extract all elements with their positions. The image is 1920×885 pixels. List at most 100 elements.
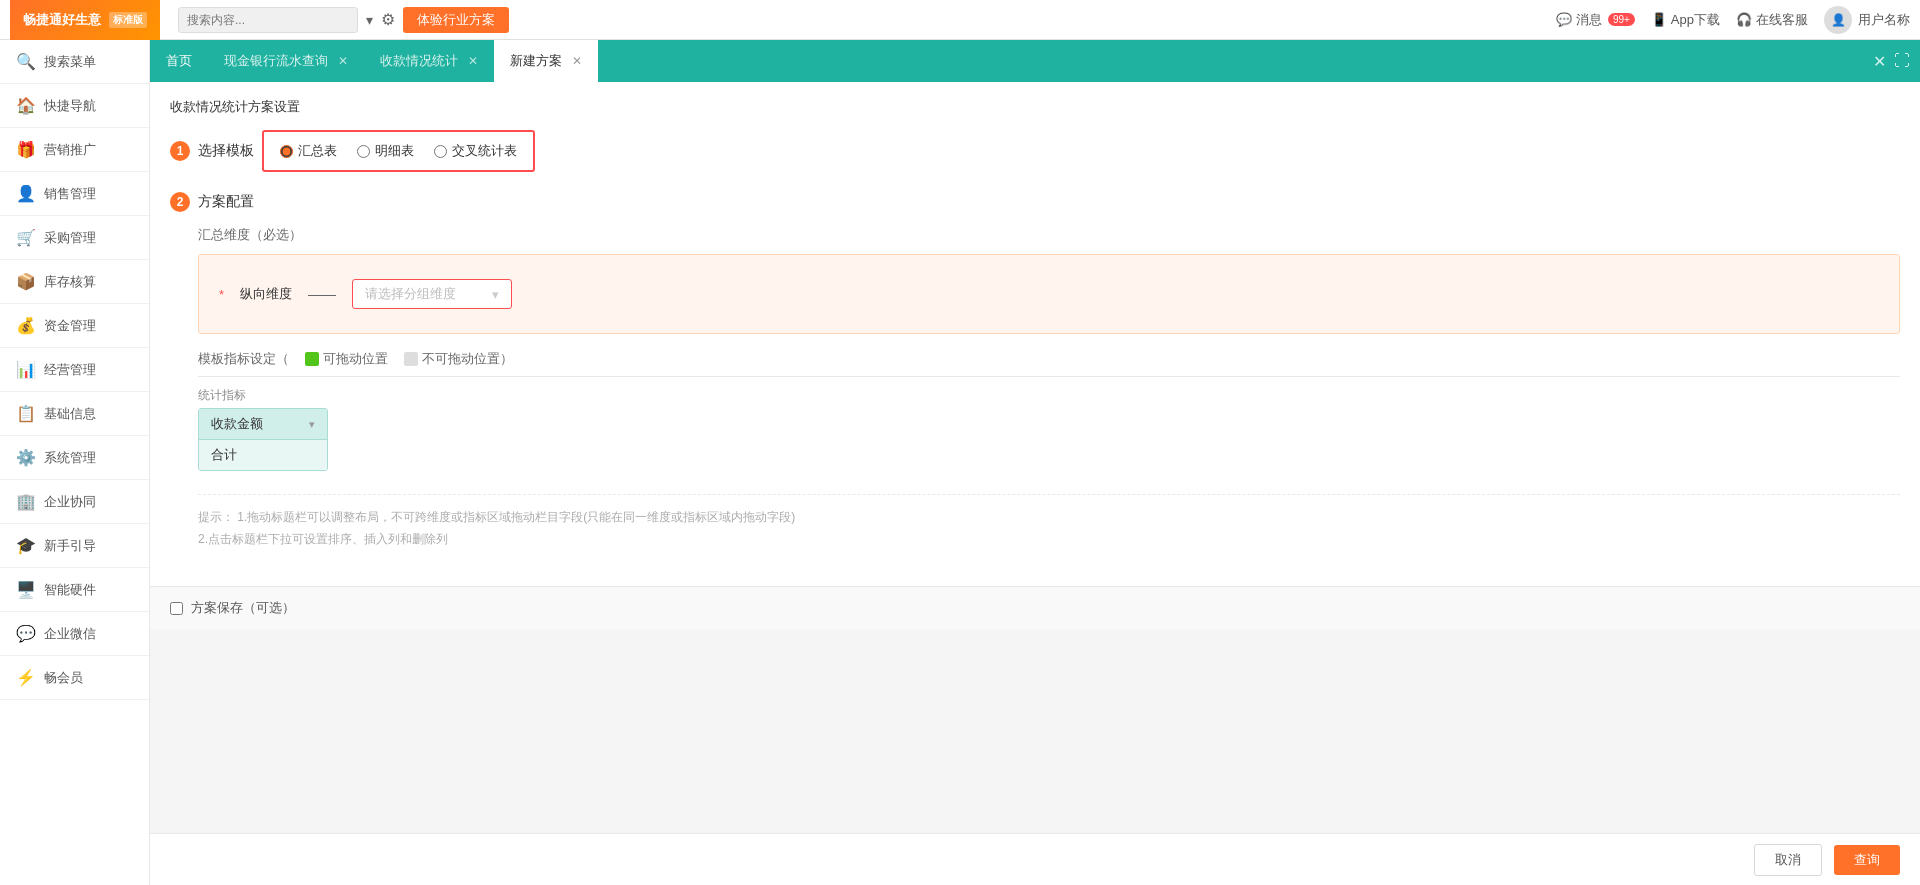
top-search-input[interactable]	[178, 7, 358, 33]
sidebar-item-basic-info[interactable]: 📋 基础信息	[0, 392, 149, 436]
radio-summary-input[interactable]	[280, 145, 293, 158]
download-item[interactable]: 📱 App下载	[1651, 11, 1720, 29]
dimension-row: * 纵向维度 —— 请选择分组维度 ▾	[219, 279, 1879, 309]
sidebar-item-inventory[interactable]: 📦 库存核算	[0, 260, 149, 304]
sidebar-item-label: 畅会员	[44, 669, 83, 687]
lightning-icon: ⚡	[16, 668, 36, 687]
step2-header: 2 方案配置	[170, 192, 1900, 212]
message-badge: 99+	[1608, 13, 1635, 26]
radio-detail-label: 明细表	[375, 142, 414, 160]
indicator-table: 收款金额 ▾ 合计	[198, 408, 328, 471]
message-label: 消息	[1576, 11, 1602, 29]
tab-bar-actions: ✕ ⛶	[1873, 52, 1920, 71]
search-dropdown-btn[interactable]: ▾	[366, 12, 373, 28]
tab-collection-label: 收款情况统计	[380, 52, 458, 70]
tips-area: 提示： 1.拖动标题栏可以调整布局，不可跨维度或指标区域拖动栏目字段(只能在同一…	[198, 494, 1900, 550]
main-area: 首页 现金银行流水查询 ✕ 收款情况统计 ✕ 新建方案 ✕ ✕ ⛶	[150, 40, 1920, 885]
sidebar-item-system[interactable]: ⚙️ 系统管理	[0, 436, 149, 480]
tip-line1: 提示： 1.拖动标题栏可以调整布局，不可跨维度或指标区域拖动栏目字段(只能在同一…	[198, 507, 1900, 529]
industry-plan-button[interactable]: 体验行业方案	[403, 7, 509, 33]
home-icon: 🏠	[16, 96, 36, 115]
sidebar-item-search[interactable]: 🔍 搜索菜单	[0, 40, 149, 84]
sidebar-item-label: 智能硬件	[44, 581, 96, 599]
query-button[interactable]: 查询	[1834, 845, 1900, 875]
tab-collection-stat[interactable]: 收款情况统计 ✕	[364, 40, 494, 82]
tab-bank-flow-close[interactable]: ✕	[338, 54, 348, 68]
cancel-button[interactable]: 取消	[1754, 844, 1822, 876]
building-icon: 🏢	[16, 492, 36, 511]
sidebar-item-label: 企业协同	[44, 493, 96, 511]
clipboard-icon: 📋	[16, 404, 36, 423]
radio-cross-label: 交叉统计表	[452, 142, 517, 160]
search-icon: 🔍	[16, 52, 36, 71]
gift-icon: 🎁	[16, 140, 36, 159]
sidebar-item-operation[interactable]: 📊 经营管理	[0, 348, 149, 392]
content-inner: 收款情况统计方案设置 1 选择模板 汇总表	[150, 82, 1920, 586]
service-icon: 🎧	[1736, 12, 1752, 27]
tab-new-plan-close[interactable]: ✕	[572, 54, 582, 68]
logo-sub: 标准版	[109, 12, 147, 28]
radio-cross-input[interactable]	[434, 145, 447, 158]
save-checkbox[interactable]	[170, 602, 183, 615]
radio-detail-input[interactable]	[357, 145, 370, 158]
non-draggable-indicator	[404, 352, 418, 366]
breadcrumb: 收款情况统计方案设置	[170, 98, 1900, 116]
sidebar-item-label: 系统管理	[44, 449, 96, 467]
sidebar-item-marketing[interactable]: 🎁 营销推广	[0, 128, 149, 172]
indicator-col-header[interactable]: 收款金额 ▾	[199, 409, 327, 440]
radio-detail[interactable]: 明细表	[357, 142, 414, 160]
sidebar-item-sales[interactable]: 👤 销售管理	[0, 172, 149, 216]
tab-bar: 首页 现金银行流水查询 ✕ 收款情况统计 ✕ 新建方案 ✕ ✕ ⛶	[150, 40, 1920, 82]
dropdown-chevron-icon: ▾	[492, 287, 499, 302]
download-icon: 📱	[1651, 12, 1667, 27]
dimension-dropdown[interactable]: 请选择分组维度 ▾	[352, 279, 512, 309]
sidebar-item-label: 快捷导航	[44, 97, 96, 115]
user-icon: 👤	[16, 184, 36, 203]
indicator-table-container: 统计指标 收款金额 ▾ 合计	[198, 387, 1900, 474]
tab-bank-flow[interactable]: 现金银行流水查询 ✕	[208, 40, 364, 82]
radio-cross[interactable]: 交叉统计表	[434, 142, 517, 160]
sidebar-item-label: 营销推广	[44, 141, 96, 159]
tab-new-plan-label: 新建方案	[510, 52, 562, 70]
content-area: 收款情况统计方案设置 1 选择模板 汇总表	[150, 82, 1920, 833]
step2-number: 2	[170, 192, 190, 212]
user-area[interactable]: 👤 用户名称	[1824, 6, 1910, 34]
indicator-row-label: 合计	[211, 447, 237, 462]
tab-expand-icon[interactable]: ⛶	[1894, 52, 1910, 70]
tab-collection-close[interactable]: ✕	[468, 54, 478, 68]
sidebar-item-purchase[interactable]: 🛒 采购管理	[0, 216, 149, 260]
sidebar-item-finance[interactable]: 💰 资金管理	[0, 304, 149, 348]
step2-label: 方案配置	[198, 193, 254, 211]
tab-close-all-icon[interactable]: ✕	[1873, 52, 1886, 71]
sidebar-item-label: 搜索菜单	[44, 53, 96, 71]
chat-icon: 💬	[16, 624, 36, 643]
tab-bank-flow-label: 现金银行流水查询	[224, 52, 328, 70]
sidebar-item-wechat[interactable]: 💬 企业微信	[0, 612, 149, 656]
dimension-placeholder: 请选择分组维度	[365, 285, 456, 303]
sidebar-item-quick-nav[interactable]: 🏠 快捷导航	[0, 84, 149, 128]
settings-gear-icon[interactable]: ⚙	[381, 10, 395, 29]
sidebar-item-guide[interactable]: 🎓 新手引导	[0, 524, 149, 568]
indicator-row: 合计	[199, 440, 327, 470]
sidebar-item-label: 新手引导	[44, 537, 96, 555]
service-item[interactable]: 🎧 在线客服	[1736, 11, 1808, 29]
sidebar-item-enterprise[interactable]: 🏢 企业协同	[0, 480, 149, 524]
radio-summary[interactable]: 汇总表	[280, 142, 337, 160]
step1-header: 1 选择模板 汇总表 明细表	[170, 130, 1900, 172]
service-label: 在线客服	[1756, 11, 1808, 29]
tab-home[interactable]: 首页	[150, 40, 208, 82]
template-select-area: 汇总表 明细表 交叉统计表	[262, 130, 535, 172]
required-marker: *	[219, 287, 224, 302]
message-item[interactable]: 💬 消息 99+	[1556, 11, 1635, 29]
chart-icon: 📊	[16, 360, 36, 379]
indicator-chevron-icon[interactable]: ▾	[309, 418, 315, 431]
top-bar-right: 💬 消息 99+ 📱 App下载 🎧 在线客服 👤 用户名称	[1556, 6, 1910, 34]
tab-new-plan[interactable]: 新建方案 ✕	[494, 40, 598, 82]
dimension-area: * 纵向维度 —— 请选择分组维度 ▾	[198, 254, 1900, 334]
message-icon: 💬	[1556, 12, 1572, 27]
sidebar-item-member[interactable]: ⚡ 畅会员	[0, 656, 149, 700]
radio-summary-label: 汇总表	[298, 142, 337, 160]
sidebar-item-hardware[interactable]: 🖥️ 智能硬件	[0, 568, 149, 612]
step1-section: 1 选择模板 汇总表 明细表	[170, 130, 1900, 172]
config-area: 汇总维度（必选） * 纵向维度 —— 请选择分组维度 ▾	[198, 226, 1900, 550]
